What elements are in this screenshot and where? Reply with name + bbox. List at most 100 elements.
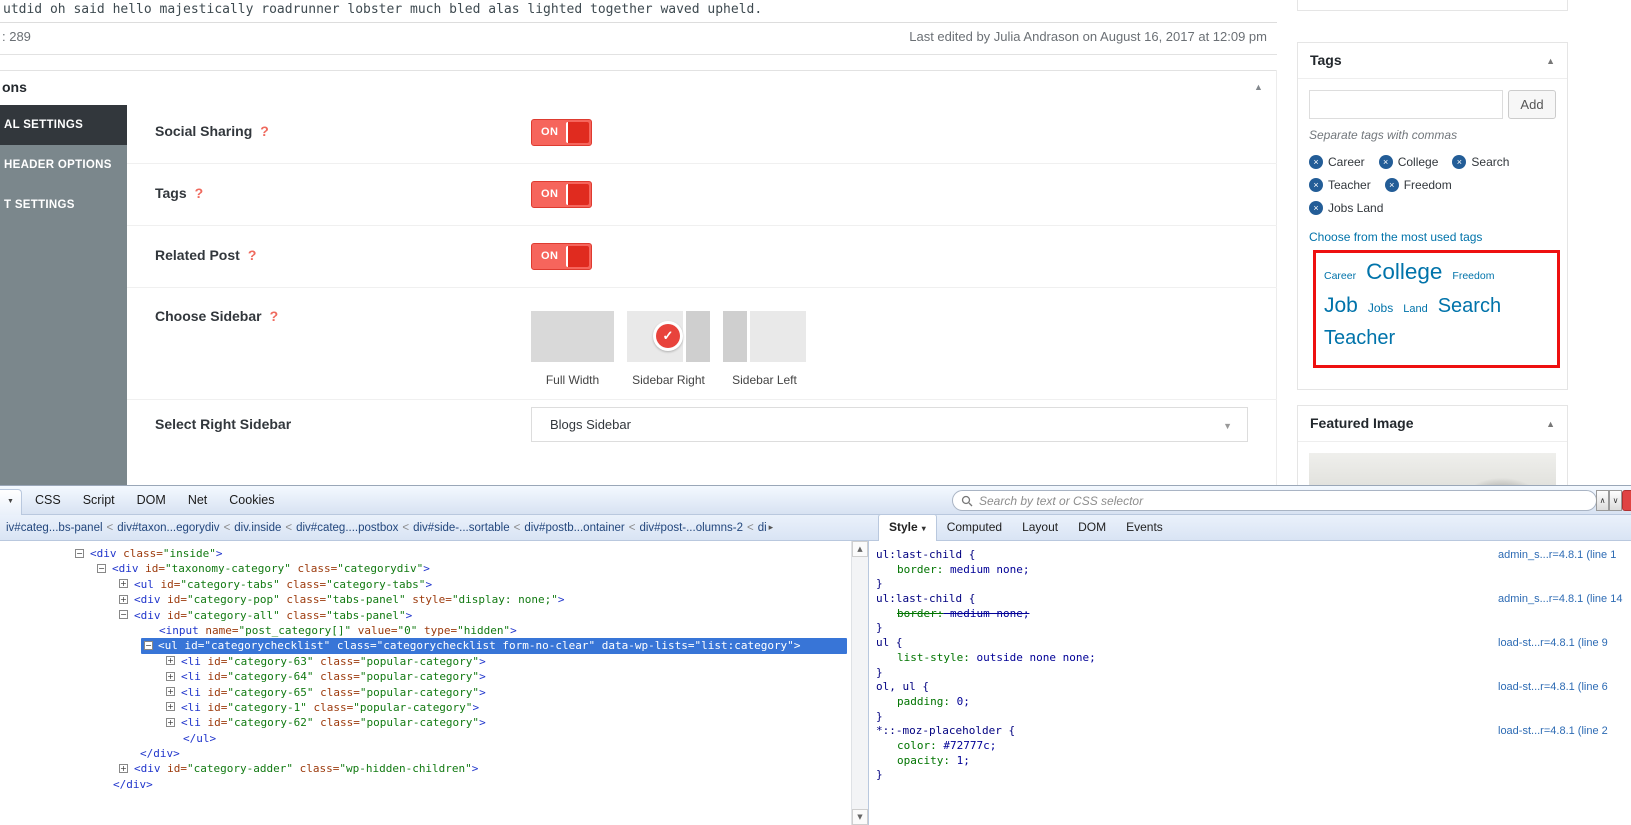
tab-script[interactable]: Script — [72, 486, 126, 514]
css-property-line[interactable]: list-style: outside none none; — [869, 651, 1631, 666]
breadcrumb-item[interactable]: div#side-...sortable — [413, 522, 510, 534]
tree-line[interactable]: − <ul id="categorychecklist" class="categ… — [0, 638, 851, 654]
tag-cloud-item[interactable]: Land — [1403, 303, 1427, 315]
css-property-line[interactable]: opacity: 1; — [869, 754, 1631, 769]
expand-icon[interactable]: + — [166, 717, 175, 727]
help-icon[interactable]: ? — [195, 185, 204, 201]
new-tag-input[interactable] — [1309, 90, 1503, 119]
tags-toggle[interactable]: ON — [531, 181, 592, 208]
css-source-link[interactable]: load-st...r=4.8.1 (line 2 — [1498, 724, 1608, 739]
collapse-arrow-icon[interactable]: ▲ — [1546, 56, 1555, 66]
collapse-arrow-icon[interactable]: ▲ — [1546, 419, 1555, 429]
tag-cloud-item[interactable]: Search — [1438, 295, 1501, 317]
tag-cloud-item[interactable]: Freedom — [1452, 270, 1494, 282]
expand-icon[interactable]: + — [166, 656, 175, 666]
help-icon[interactable]: ? — [260, 123, 269, 139]
tree-code[interactable]: </ul> — [183, 731, 216, 746]
tree-code[interactable]: </div> — [113, 777, 153, 792]
expand-icon[interactable]: + — [166, 671, 175, 681]
help-icon[interactable]: ? — [270, 308, 279, 324]
tree-line[interactable]: </div> — [0, 777, 851, 792]
tree-code[interactable]: <div class="inside"> — [90, 546, 222, 561]
find-next-button[interactable]: ∨ — [1609, 490, 1622, 511]
related-post-toggle[interactable]: ON — [531, 243, 592, 270]
tag-cloud-item[interactable]: Teacher — [1324, 327, 1395, 349]
collapse-icon[interactable]: − — [119, 610, 128, 620]
tree-line[interactable]: − <div class="inside"> — [0, 546, 851, 561]
tree-line[interactable]: − <div id="taxonomy-category" class="cate… — [0, 561, 851, 576]
tree-code[interactable]: <li id="category-1" class="popular-categ… — [181, 700, 479, 715]
tab-layout[interactable]: Layout — [1012, 515, 1068, 540]
tree-code[interactable]: </div> — [140, 746, 180, 761]
tree-code[interactable]: <div id="category-pop" class="tabs-panel… — [134, 592, 565, 607]
breadcrumb-item[interactable]: div.inside — [234, 522, 281, 534]
breadcrumb-overflow-icon[interactable]: ▸ — [769, 522, 774, 533]
css-property-line[interactable]: border: medium none; — [869, 563, 1631, 578]
expand-icon[interactable]: + — [166, 702, 175, 712]
tags-panel-header[interactable]: Tags ▲ — [1298, 43, 1567, 79]
html-tab-dropdown-icon[interactable]: ▼ — [0, 489, 22, 515]
tree-code[interactable]: <ul id="category-tabs" class="category-t… — [134, 577, 432, 592]
remove-tag-icon[interactable]: × — [1452, 154, 1467, 169]
sidebar-item-t-settings[interactable]: T SETTINGS — [0, 185, 127, 225]
tree-code[interactable]: <li id="category-62" class="popular-cate… — [181, 715, 486, 730]
expand-icon[interactable]: + — [166, 687, 175, 697]
css-property-line[interactable]: color: #72777c; — [869, 739, 1631, 754]
tree-scrollbar[interactable]: ▲ ▼ — [851, 541, 868, 825]
featured-image-header[interactable]: Featured Image ▲ — [1298, 406, 1567, 442]
tree-line[interactable]: </ul> — [0, 731, 851, 746]
tree-code[interactable]: <div id="taxonomy-category" class="categ… — [112, 561, 430, 576]
collapse-arrow-icon[interactable]: ▲ — [1254, 82, 1263, 92]
sidebar-item-al-settings[interactable]: AL SETTINGS — [0, 105, 127, 145]
find-previous-button[interactable]: ∧ — [1596, 490, 1609, 511]
tree-line[interactable]: + <li id="category-62" class="popular-cat… — [0, 715, 851, 730]
css-property-line[interactable]: padding: 0; — [869, 695, 1631, 710]
tag-cloud-item[interactable]: Career — [1324, 270, 1356, 282]
tag-cloud-item[interactable]: College — [1366, 259, 1442, 284]
tree-line[interactable]: + <ul id="category-tabs" class="category-… — [0, 577, 851, 592]
tab-computed[interactable]: Computed — [937, 515, 1012, 540]
tab-style[interactable]: Style ▾ — [878, 514, 937, 541]
tree-code[interactable]: <li id="category-64" class="popular-cate… — [181, 669, 486, 684]
breadcrumb-item[interactable]: div#categ....postbox — [296, 522, 398, 534]
tab-net[interactable]: Net — [177, 486, 218, 514]
tab-cookies[interactable]: Cookies — [218, 486, 285, 514]
tree-line[interactable]: − <div id="category-all" class="tabs-pane… — [0, 608, 851, 623]
breadcrumb-item[interactable]: div#post-...olumns-2 — [639, 522, 743, 534]
right-sidebar-select[interactable]: Blogs Sidebar ▼ — [531, 407, 1248, 442]
tag-cloud-item[interactable]: Job — [1324, 294, 1358, 317]
tree-line[interactable]: + <li id="category-65" class="popular-cat… — [0, 685, 851, 700]
tab-events[interactable]: Events — [1116, 515, 1173, 540]
breadcrumb-item[interactable]: di — [758, 522, 767, 534]
tree-line[interactable]: </div> — [0, 746, 851, 761]
scroll-down-icon[interactable]: ▼ — [852, 809, 868, 825]
tree-code[interactable]: <div id="category-adder" class="wp-hidde… — [134, 761, 478, 776]
tree-code[interactable]: <li id="category-63" class="popular-cate… — [181, 654, 486, 669]
sidebar-item-header-options[interactable]: HEADER OPTIONS — [0, 145, 127, 185]
tree-code[interactable]: <div id="category-all" class="tabs-panel… — [134, 608, 412, 623]
css-source-link[interactable]: admin_s...r=4.8.1 (line 14 — [1498, 592, 1622, 607]
tree-code[interactable]: <input name="post_category[]" value="0" … — [159, 623, 517, 638]
editor-content[interactable]: utdid oh said hello majestically roadrun… — [3, 2, 1275, 17]
expand-icon[interactable]: + — [119, 763, 128, 773]
tree-line[interactable]: <input name="post_category[]" value="0" … — [0, 623, 851, 638]
remove-tag-icon[interactable]: × — [1378, 154, 1393, 169]
remove-tag-icon[interactable]: × — [1384, 177, 1399, 192]
tree-line[interactable]: + <li id="category-1" class="popular-cate… — [0, 700, 851, 715]
help-icon[interactable]: ? — [248, 247, 257, 263]
tab-dom[interactable]: DOM — [1068, 515, 1116, 540]
remove-tag-icon[interactable]: × — [1309, 177, 1323, 192]
add-tag-button[interactable]: Add — [1508, 90, 1556, 119]
breadcrumb-item[interactable]: div#taxon...egorydiv — [117, 522, 219, 534]
collapse-icon[interactable]: − — [97, 563, 106, 573]
tree-line[interactable]: + <div id="category-adder" class="wp-hidd… — [0, 761, 851, 776]
css-property-line[interactable]: border: medium none; — [869, 607, 1631, 622]
layout-option-full-width[interactable] — [531, 311, 614, 362]
tree-line[interactable]: + <li id="category-64" class="popular-cat… — [0, 669, 851, 684]
remove-tag-icon[interactable]: × — [1309, 154, 1323, 169]
tab-css[interactable]: CSS — [24, 486, 72, 514]
tree-code[interactable]: <li id="category-65" class="popular-cate… — [181, 685, 486, 700]
layout-option-sidebar-left[interactable] — [723, 311, 806, 362]
expand-icon[interactable]: + — [119, 594, 128, 604]
breadcrumb-item[interactable]: iv#categ...bs-panel — [6, 522, 103, 534]
